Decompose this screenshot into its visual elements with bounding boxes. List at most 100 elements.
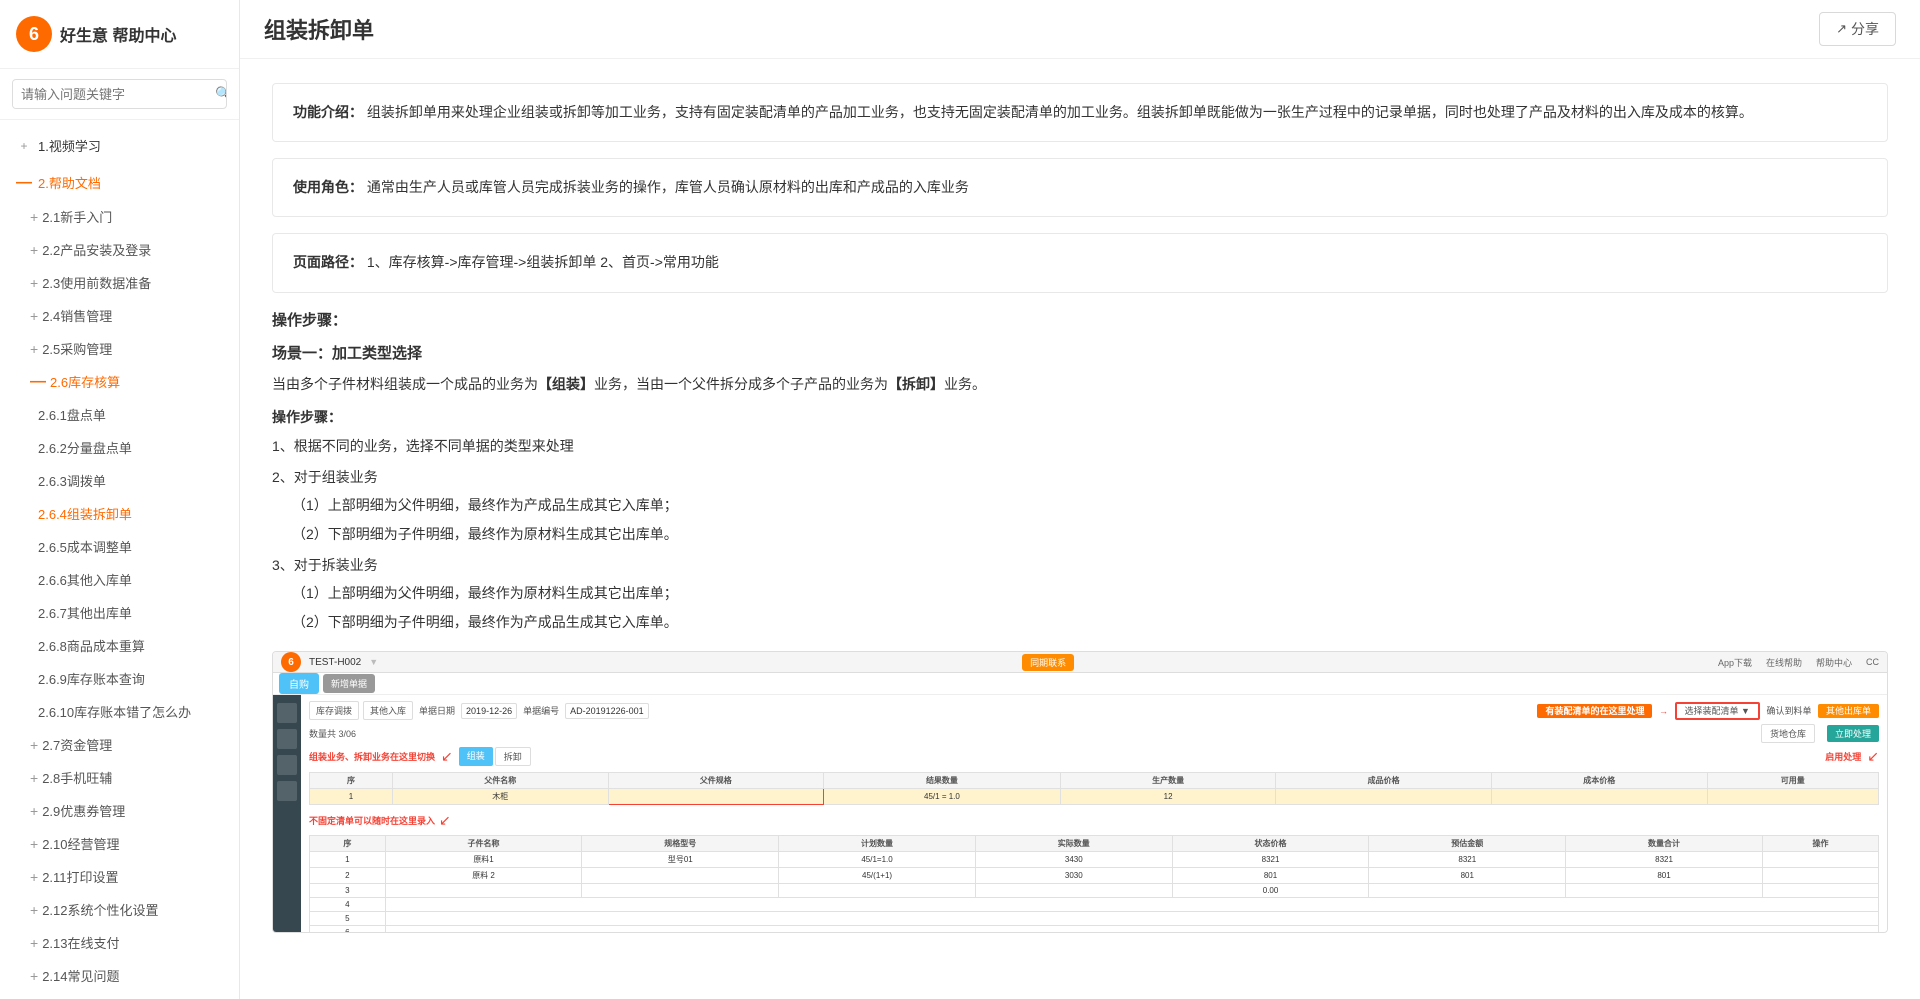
sidebar-item-s21[interactable]: + 2.1新手入门 [0,200,239,233]
mock-type-area: 组装业务、拆卸业务在这里切换 ↙ 组装 拆卸 启用处理 ↙ [309,747,1879,766]
sidebar-item-s25-label: 2.5采购管理 [42,339,112,358]
mock-lcell [385,926,1878,933]
mock-lcell [975,884,1172,898]
mock-sidebar-icon-1 [277,703,297,723]
mock-type-disassemble: 拆卸 [495,747,531,766]
mock-btn-kucun: 库存调拨 [309,701,359,720]
mock-lcell: 8321 [1369,852,1566,868]
mock-lcell: 801 [1369,868,1566,884]
content-area: 功能介绍： 组装拆卸单用来处理企业组装或拆卸等加工业务，支持有固定装配清单的产品… [240,59,1920,999]
mock-lcell: 2 [310,868,386,884]
sidebar-item-s26[interactable]: — 2.6库存核算 [0,365,239,398]
minus-icon: — [16,175,32,191]
sidebar-item-s215[interactable]: + 2.15操作案例 [0,992,239,999]
search-input[interactable] [13,81,205,108]
plus-icon-s214: + [30,968,38,984]
mock-lth-status-price: 状态价格 [1172,836,1369,852]
sidebar-item-i268[interactable]: 2.6.8商品成本重算 [0,629,239,662]
top-bar: 组装拆卸单 ↗ 分享 [240,0,1920,59]
sidebar-item-s27[interactable]: + 2.7资金管理 [0,728,239,761]
sidebar-item-s210[interactable]: + 2.10经营管理 [0,827,239,860]
mock-lcell: 型号01 [582,852,779,868]
plus-icon-s213: + [30,935,38,951]
sidebar-item-s23-label: 2.3使用前数据准备 [42,273,151,292]
mock-lcell [385,912,1878,926]
main-content: 组装拆卸单 ↗ 分享 功能介绍： 组装拆卸单用来处理企业组装或拆卸等加工业务，支… [240,0,1920,999]
mock-lth-spec: 规格型号 [582,836,779,852]
mock-lcell: 4 [310,898,386,912]
mock-lower-table-body: 1 原料1 型号01 45/1=1.0 3430 8321 8321 8321 [310,852,1879,933]
sidebar-item-s214[interactable]: + 2.14常见问题 [0,959,239,992]
sidebar-item-i265[interactable]: 2.6.5成本调整单 [0,530,239,563]
mock-annotation1-text: 有装配清单的在这里处理 [1537,704,1652,718]
sidebar-item-s22[interactable]: + 2.2产品安装及登录 [0,233,239,266]
mock-type-toggle: 组装 拆卸 [459,747,531,766]
mock-lth-child-name: 子件名称 [385,836,582,852]
mock-cell: 45/1 = 1.0 [824,789,1061,805]
share-icon: ↗ [1836,21,1847,37]
logo-text: 好生意 帮助中心 [60,22,176,46]
mock-lower-row1: 1 原料1 型号01 45/1=1.0 3430 8321 8321 8321 [310,852,1879,868]
mock-confirm-btn: 确认到料单 [1766,706,1811,716]
plus-icon-s24: + [30,308,38,324]
sidebar-item-i264[interactable]: 2.6.4组装拆卸单 [0,497,239,530]
nav-sub-items-docs: + 2.1新手入门 + 2.2产品安装及登录 + 2.3使用前数据准备 + 2.… [0,200,239,999]
mock-lcell: 801 [1566,868,1763,884]
mock-lcell: 3030 [975,868,1172,884]
mock-sidebar-mini [273,695,301,932]
logo-area: 6 好生意 帮助中心 [0,0,239,69]
path-block: 页面路径： 1、库存核算->库存管理->组装拆卸单 2、首页->常用功能 [272,233,1888,292]
sidebar-item-s28[interactable]: + 2.8手机旺辅 [0,761,239,794]
mock-annotation2-arrow: ↙ [441,748,453,765]
step2-1: （1）上部明细为父件明细，最终作为产成品生成其它入库单； [272,492,1888,519]
mock-annotation2-text: 组装业务、拆卸业务在这里切换 [309,750,435,763]
mock-date-label: 单据日期 [419,704,455,717]
mock-lcell: 5 [310,912,386,926]
step3-2: （2）下部明细为子件明细，最终作为产成品生成其它入库单。 [272,609,1888,636]
mock-topbar: 6 TEST-H002 ▼ 同期联系 App下载 在线帮助 帮助中心 CC [273,652,1887,673]
sidebar-item-s25[interactable]: + 2.5采购管理 [0,332,239,365]
search-button[interactable]: 🔍 [205,80,227,108]
mock-tab-new: 新增单据 [323,674,375,693]
mock-other-btn: 其他出库单 [1818,704,1879,718]
mock-lcell [385,884,582,898]
sidebar-item-i2610[interactable]: 2.6.10库存账本错了怎么办 [0,695,239,728]
screenshot-mock: 6 TEST-H002 ▼ 同期联系 App下载 在线帮助 帮助中心 CC 自购 [273,652,1887,932]
mock-date-value: 2019-12-26 [461,703,517,719]
mock-lcell: 3430 [975,852,1172,868]
function-intro-text: 组装拆卸单用来处理企业组装或拆卸等加工业务，支持有固定装配清单的产品加工业务，也… [367,104,1753,120]
share-button[interactable]: ↗ 分享 [1819,12,1896,46]
sidebar-item-s213[interactable]: + 2.13在线支付 [0,926,239,959]
mock-form-row2: 数量共 3/06 货地仓库 立即处理 [309,724,1879,743]
sidebar-item-i267[interactable]: 2.6.7其他出库单 [0,596,239,629]
sidebar-item-docs[interactable]: — 2.帮助文档 [0,165,239,200]
sidebar-item-i266[interactable]: 2.6.6其他入库单 [0,563,239,596]
sidebar-item-i262[interactable]: 2.6.2分量盘点单 [0,431,239,464]
sidebar-item-s29[interactable]: + 2.9优惠券管理 [0,794,239,827]
sidebar-item-i263[interactable]: 2.6.3调拨单 [0,464,239,497]
path-text: 1、库存核算->库存管理->组装拆卸单 2、首页->常用功能 [367,254,719,270]
mock-sidebar-icon-4 [277,781,297,801]
sidebar-item-s212[interactable]: + 2.12系统个性化设置 [0,893,239,926]
scenario1-desc: 当由多个子件材料组装成一个成品的业务为【组装】业务，当由一个父件拆分成多个子产品… [272,371,1888,398]
mock-lcell [582,868,779,884]
mock-btn-ruku: 其他入库 [363,701,413,720]
mock-lth-actual-qty: 实际数量 [975,836,1172,852]
sidebar-item-s24[interactable]: + 2.4销售管理 [0,299,239,332]
plus-icon-s21: + [30,209,38,225]
sidebar-item-s212-label: 2.12系统个性化设置 [42,900,158,919]
sidebar-item-i261[interactable]: 2.6.1盘点单 [0,398,239,431]
mock-lcell: 801 [1172,868,1369,884]
sidebar-item-videos[interactable]: + 1.视频学习 [0,128,239,163]
sidebar-item-s211[interactable]: + 2.11打印设置 [0,860,239,893]
sidebar-item-i269[interactable]: 2.6.9库存账本查询 [0,662,239,695]
mock-warehouse-input: 货地仓库 [1761,724,1815,743]
role-label: 使用角色： [293,179,363,195]
mock-form-row1: 库存调拨 其他入库 单据日期 2019-12-26 单据编号 AD-201912… [309,701,1879,720]
mock-confirm-green: 立即处理 [1827,725,1879,742]
role-text: 通常由生产人员或库管人员完成拆装业务的操作，库管人员确认原材料的出库和产成品的入… [367,179,969,195]
plus-icon-s22: + [30,242,38,258]
step3: 3、对于拆装业务 [272,552,1888,579]
function-intro-block: 功能介绍： 组装拆卸单用来处理企业组装或拆卸等加工业务，支持有固定装配清单的产品… [272,83,1888,142]
sidebar-item-s23[interactable]: + 2.3使用前数据准备 [0,266,239,299]
